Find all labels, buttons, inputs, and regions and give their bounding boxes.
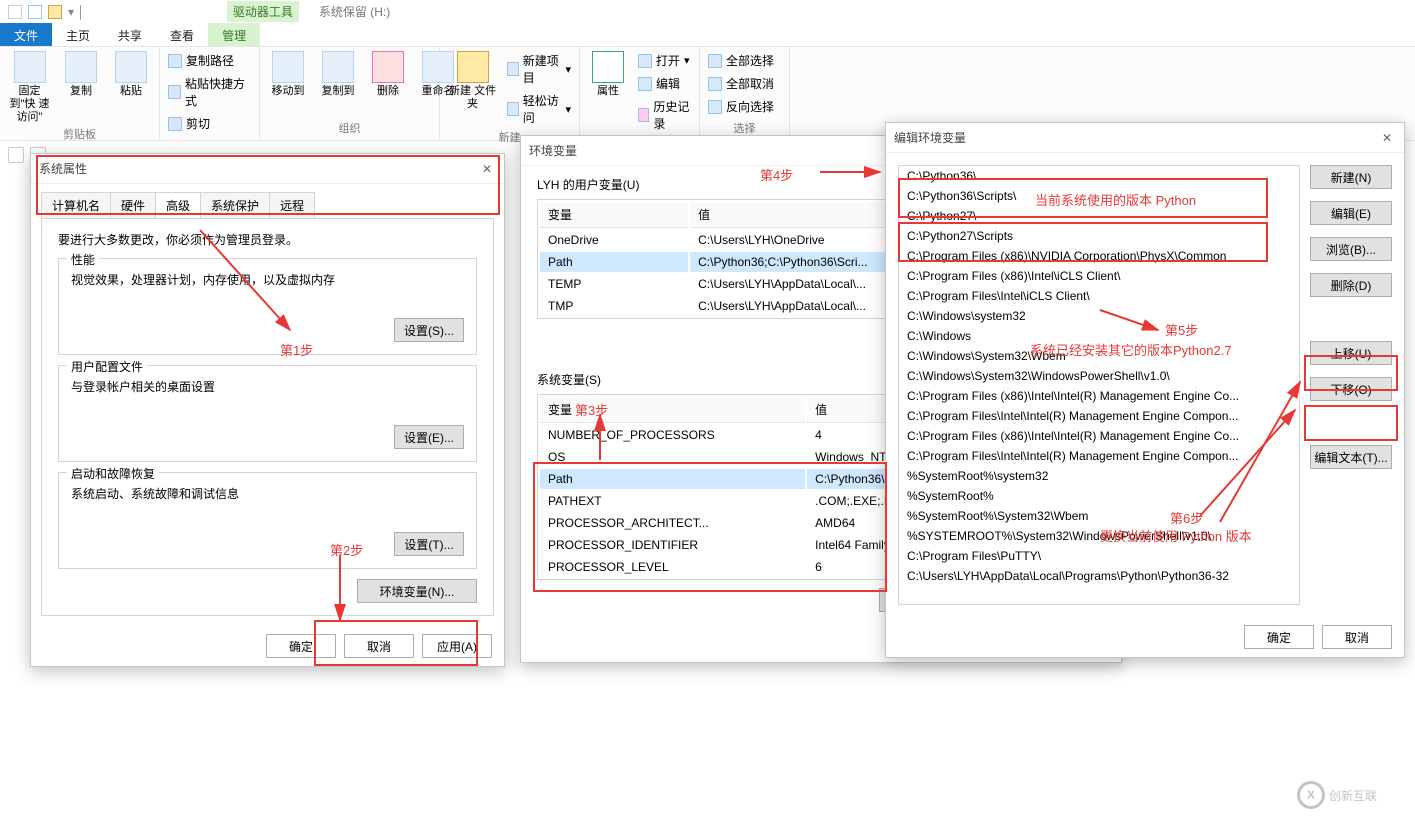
- easy-access[interactable]: 轻松访问▾: [507, 91, 571, 127]
- list-item[interactable]: C:\Python27\Scripts: [899, 226, 1299, 246]
- perf-title: 性能: [67, 251, 99, 268]
- delete-button[interactable]: 删除(D): [1310, 273, 1392, 297]
- open-item[interactable]: 打开▾: [638, 51, 691, 70]
- watermark-logo: X创新互联: [1267, 775, 1407, 815]
- folder-icon: [48, 5, 62, 19]
- list-item[interactable]: %SYSTEMROOT%\System32\WindowsPowerShell\…: [899, 526, 1299, 546]
- list-item[interactable]: C:\Program Files\PuTTY\: [899, 546, 1299, 566]
- list-item[interactable]: C:\Program Files (x86)\Intel\Intel(R) Ma…: [899, 426, 1299, 446]
- tab-file[interactable]: 文件: [0, 23, 52, 46]
- list-item[interactable]: C:\Python27\: [899, 206, 1299, 226]
- close-icon[interactable]: ✕: [1382, 131, 1396, 145]
- paste-button[interactable]: 粘贴: [111, 51, 151, 98]
- new-button[interactable]: 新建(N): [1310, 165, 1392, 189]
- ok-button[interactable]: 确定: [266, 634, 336, 658]
- list-item[interactable]: %SystemRoot%: [899, 486, 1299, 506]
- perf-desc: 视觉效果，处理器计划，内存使用，以及虚拟内存: [71, 271, 464, 288]
- list-item[interactable]: C:\Program Files\Intel\Intel(R) Manageme…: [899, 446, 1299, 466]
- list-item[interactable]: C:\Python36\: [899, 166, 1299, 186]
- startup-title: 启动和故障恢复: [67, 465, 159, 482]
- tab-home[interactable]: 主页: [52, 23, 104, 46]
- path-list[interactable]: C:\Python36\C:\Python36\Scripts\C:\Pytho…: [898, 165, 1300, 605]
- profile-desc: 与登录帐户相关的桌面设置: [71, 378, 464, 395]
- close-icon[interactable]: ✕: [482, 162, 496, 176]
- cut[interactable]: 剪切: [168, 114, 251, 133]
- org-group-label: 组织: [268, 120, 431, 136]
- copy-button[interactable]: 复制: [61, 51, 101, 98]
- dlg2-title: 环境变量: [529, 142, 577, 159]
- perf-settings-button[interactable]: 设置(S)...: [394, 318, 464, 342]
- down-button[interactable]: 下移(O): [1310, 377, 1392, 401]
- tab-view[interactable]: 查看: [156, 23, 208, 46]
- tab-advanced[interactable]: 高级: [155, 192, 201, 218]
- intro-text: 要进行大多数更改，你必须作为管理员登录。: [58, 231, 477, 248]
- tab-share[interactable]: 共享: [104, 23, 156, 46]
- tab-manage[interactable]: 管理: [208, 23, 260, 46]
- apply-button[interactable]: 应用(A): [422, 634, 492, 658]
- list-item[interactable]: C:\Program Files (x86)\NVIDIA Corporatio…: [899, 246, 1299, 266]
- cancel-button[interactable]: 取消: [1322, 625, 1392, 649]
- list-item[interactable]: C:\Users\LYH\AppData\Local\Programs\Pyth…: [899, 566, 1299, 586]
- qat-icon[interactable]: [28, 5, 42, 19]
- browse-button[interactable]: 浏览(B)...: [1310, 237, 1392, 261]
- copy-path[interactable]: 复制路径: [168, 51, 251, 70]
- moveto-button[interactable]: 移动到: [268, 51, 308, 98]
- new-item[interactable]: 新建项目▾: [507, 51, 571, 87]
- list-item[interactable]: C:\Python36\Scripts\: [899, 186, 1299, 206]
- list-item[interactable]: C:\Windows: [899, 326, 1299, 346]
- paste-shortcut[interactable]: 粘贴快捷方式: [168, 74, 251, 110]
- list-item[interactable]: %SystemRoot%\system32: [899, 466, 1299, 486]
- tab-computer[interactable]: 计算机名: [41, 192, 111, 218]
- list-item[interactable]: C:\Program Files\Intel\iCLS Client\: [899, 286, 1299, 306]
- list-item[interactable]: C:\Windows\System32\WindowsPowerShell\v1…: [899, 366, 1299, 386]
- cancel-button[interactable]: 取消: [344, 634, 414, 658]
- startup-desc: 系统启动、系统故障和调试信息: [71, 485, 464, 502]
- edit-text-button[interactable]: 编辑文本(T)...: [1310, 445, 1392, 469]
- list-item[interactable]: C:\Program Files (x86)\Intel\Intel(R) Ma…: [899, 386, 1299, 406]
- tab-remote[interactable]: 远程: [269, 192, 315, 218]
- up-button[interactable]: 上移(U): [1310, 341, 1392, 365]
- delete-button[interactable]: 删除: [368, 51, 408, 98]
- profile-title: 用户配置文件: [67, 358, 147, 375]
- drive-tool-label: 驱动器工具: [227, 1, 299, 22]
- list-item[interactable]: C:\Program Files\Intel\Intel(R) Manageme…: [899, 406, 1299, 426]
- list-item[interactable]: %SystemRoot%\System32\Wbem: [899, 506, 1299, 526]
- invert-select[interactable]: 反向选择: [708, 97, 781, 116]
- copyto-button[interactable]: 复制到: [318, 51, 358, 98]
- clipboard-group-label: 剪贴板: [8, 126, 151, 142]
- startup-settings-button[interactable]: 设置(T)...: [394, 532, 464, 556]
- list-item[interactable]: C:\Windows\System32\Wbem: [899, 346, 1299, 366]
- list-item[interactable]: C:\Program Files (x86)\Intel\iCLS Client…: [899, 266, 1299, 286]
- select-none[interactable]: 全部取消: [708, 74, 781, 93]
- edit-item[interactable]: 编辑: [638, 74, 691, 93]
- properties-button[interactable]: 属性: [588, 51, 628, 98]
- list-item[interactable]: C:\Windows\system32: [899, 306, 1299, 326]
- select-all[interactable]: 全部选择: [708, 51, 781, 70]
- ok-button[interactable]: 确定: [1244, 625, 1314, 649]
- system-properties-dialog: 系统属性 ✕ 计算机名 硬件 高级 系统保护 远程 要进行大多数更改，你必须作为…: [30, 153, 505, 667]
- back-button[interactable]: [8, 147, 24, 163]
- titlebar: ▾ │ 驱动器工具 系统保留 (H:): [0, 0, 1415, 23]
- edit-env-var-dialog: 编辑环境变量 ✕ C:\Python36\C:\Python36\Scripts…: [885, 122, 1405, 658]
- tab-hardware[interactable]: 硬件: [110, 192, 156, 218]
- window-icon: [8, 5, 22, 19]
- select-group-label: 选择: [708, 120, 781, 136]
- location-label: 系统保留 (H:): [319, 3, 390, 20]
- dlg3-title: 编辑环境变量: [894, 129, 966, 146]
- dlg1-title: 系统属性: [39, 160, 87, 177]
- tab-protect[interactable]: 系统保护: [200, 192, 270, 218]
- env-var-button[interactable]: 环境变量(N)...: [357, 579, 477, 603]
- pin-button[interactable]: 固定到"快 速访问": [8, 51, 51, 124]
- window-tabs: 文件 主页 共享 查看 管理: [0, 23, 1415, 47]
- edit-button[interactable]: 编辑(E): [1310, 201, 1392, 225]
- profile-settings-button[interactable]: 设置(E)...: [394, 425, 464, 449]
- newfolder-button[interactable]: 新建 文件夹: [448, 51, 497, 111]
- history-item[interactable]: 历史记录: [638, 97, 691, 133]
